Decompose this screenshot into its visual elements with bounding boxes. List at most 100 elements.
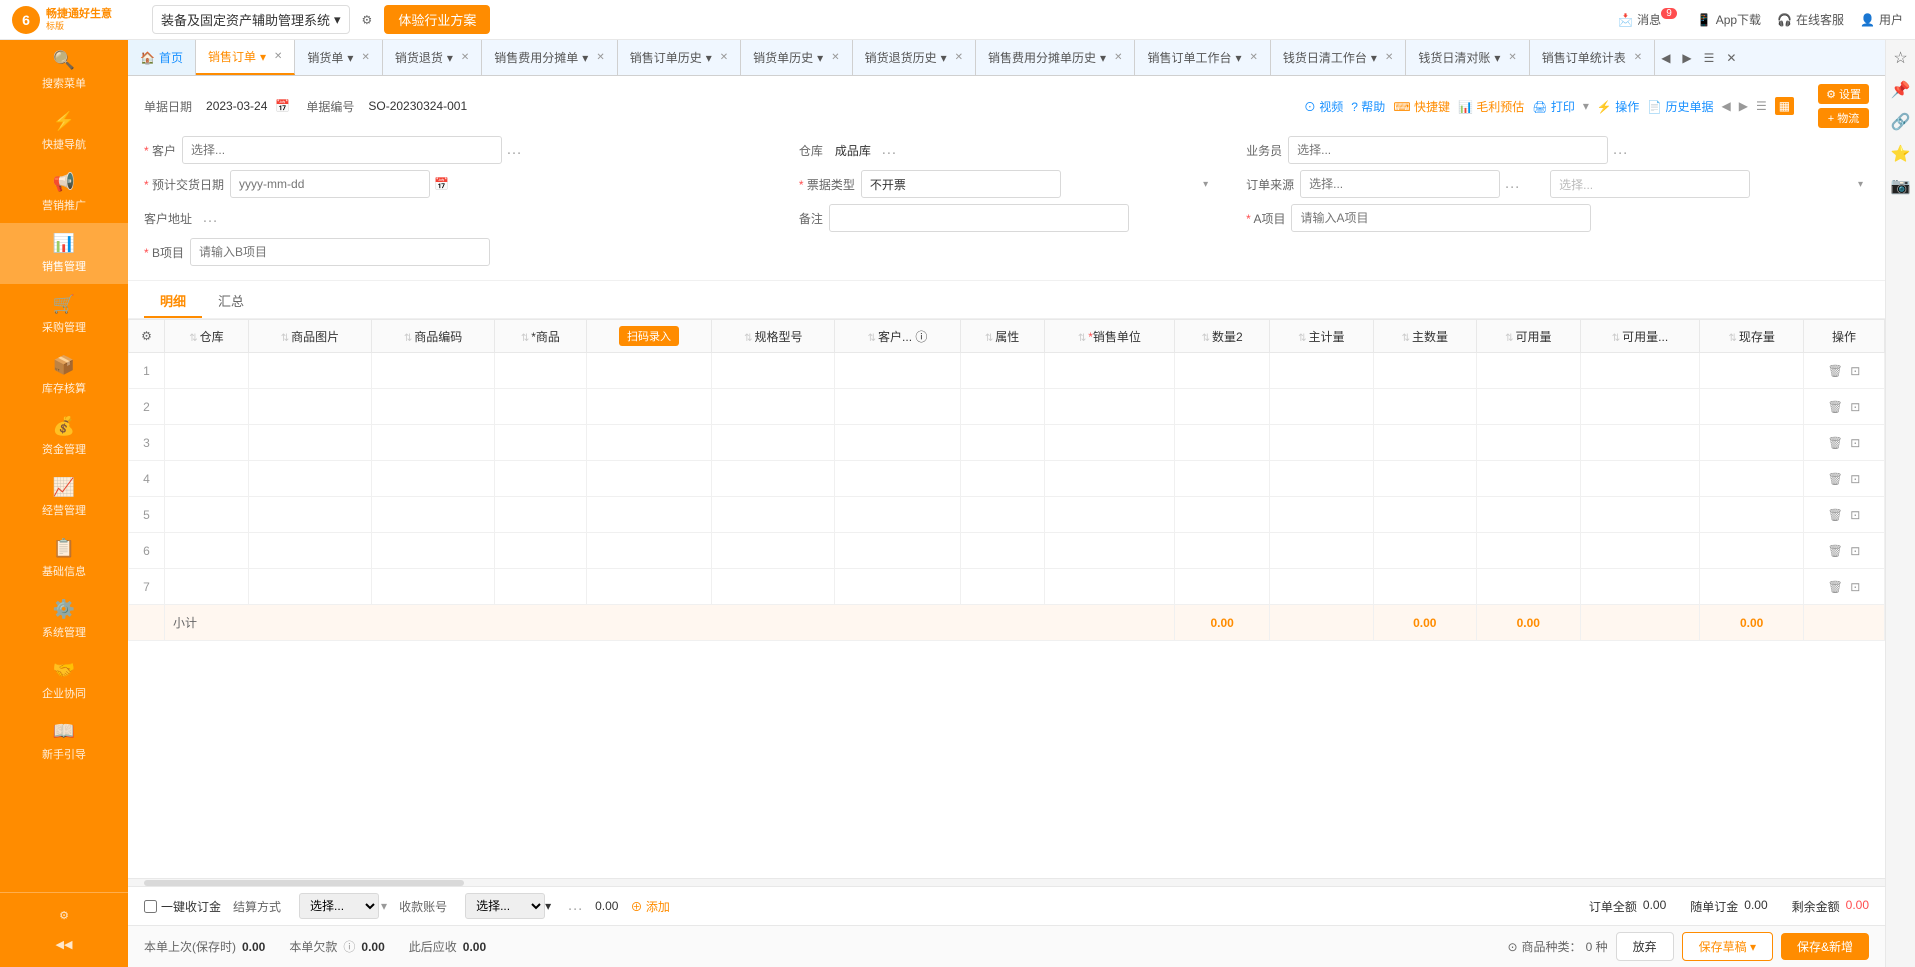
deposit-checkbox-input[interactable] [144,900,157,913]
delete-icon[interactable]: 🗑 [1828,364,1843,378]
sidebar-item-sales[interactable]: 📊 销售管理 [0,223,128,284]
tab-summary[interactable]: 汇总 [202,285,260,318]
copy-icon[interactable]: ⊡ [1850,364,1860,378]
row-product-code[interactable] [372,497,495,533]
row-attribute[interactable] [960,497,1044,533]
remark-input[interactable] [829,204,1129,232]
gear-settings-icon[interactable]: ⚙ [362,13,373,27]
row-spec[interactable] [712,461,835,497]
rt-favorite-icon[interactable]: ⭐ [1891,144,1911,164]
row-product-image[interactable] [248,389,371,425]
tab-menu-button[interactable]: ☰ [1698,51,1721,65]
row-attribute[interactable] [960,353,1044,389]
copy-icon[interactable]: ⊡ [1850,400,1860,414]
rt-camera-icon[interactable]: 📷 [1891,176,1911,196]
row-available2[interactable] [1580,425,1700,461]
tab-close-all-button[interactable]: ✕ [1720,51,1742,65]
sidebar-item-guide[interactable]: 📖 新手引导 [0,711,128,772]
col-settings-icon[interactable]: ⚙ [141,329,152,343]
row-warehouse[interactable] [165,389,249,425]
operations-link[interactable]: ⚡ 操作 [1597,98,1639,115]
row-main-unit[interactable] [1270,569,1374,605]
delete-icon[interactable]: 🗑 [1828,508,1843,522]
warehouse-more-icon[interactable]: … [877,141,897,159]
row-product-image[interactable] [248,533,371,569]
row-stock[interactable] [1700,425,1804,461]
row-qty2[interactable] [1175,461,1270,497]
settings-button[interactable]: ⚙ 设置 [1818,84,1869,104]
tab-detail[interactable]: 明细 [144,285,202,318]
tab-close-icon[interactable]: ✕ [461,52,469,63]
row-product[interactable] [495,569,587,605]
sidebar-item-operations[interactable]: 📈 经营管理 [0,467,128,528]
row-product-image[interactable] [248,497,371,533]
invoice-type-select[interactable]: 不开票 [861,170,1061,198]
row-attribute[interactable] [960,569,1044,605]
row-product-code[interactable] [372,569,495,605]
row-sales-unit[interactable] [1044,389,1175,425]
row-spec[interactable] [712,425,835,461]
row-product-code[interactable] [372,425,495,461]
row-spec[interactable] [712,353,835,389]
nav-next-icon[interactable]: ▶ [1739,99,1748,113]
tab-sales-fee-split[interactable]: 销售费用分摊单 ▾ ✕ [482,40,617,75]
rt-pin-icon[interactable]: 📌 [1891,80,1911,100]
copy-icon[interactable]: ⊡ [1850,580,1860,594]
row-available2[interactable] [1580,533,1700,569]
tab-close-icon[interactable]: ✕ [720,52,728,63]
tab-close-icon[interactable]: ✕ [274,51,282,62]
tab-sales-stats[interactable]: 销售订单统计表 ✕ [1530,40,1655,75]
row-warehouse[interactable] [165,497,249,533]
row-customer-ref[interactable] [835,461,960,497]
row-available[interactable] [1477,425,1581,461]
list-view-icon[interactable]: ☰ [1756,99,1767,113]
row-spec[interactable] [712,497,835,533]
row-available[interactable] [1477,569,1581,605]
row-customer-ref[interactable] [835,389,960,425]
row-attribute[interactable] [960,389,1044,425]
tab-sales-refund[interactable]: 销货退货 ▾ ✕ [383,40,482,75]
sidebar-item-inventory[interactable]: 📦 库存核算 [0,345,128,406]
row-customer-ref[interactable] [835,533,960,569]
row-qty2[interactable] [1175,353,1270,389]
tab-home[interactable]: 🏠 首页 [128,40,196,75]
tab-sales-order-history[interactable]: 销售订单历史 ▾ ✕ [618,40,741,75]
sidebar-collapse-button[interactable]: ◀◀ [0,930,128,959]
row-main-unit[interactable] [1270,533,1374,569]
row-available[interactable] [1477,533,1581,569]
row-spec[interactable] [712,533,835,569]
save-draft-button[interactable]: 保存草稿 ▾ [1682,932,1773,961]
tab-close-icon[interactable]: ✕ [361,52,369,63]
tab-close-icon[interactable]: ✕ [1508,52,1516,63]
row-stock[interactable] [1700,461,1804,497]
delete-icon[interactable]: 🗑 [1828,580,1843,594]
tab-sales-return-history[interactable]: 销货单历史 ▾ ✕ [741,40,852,75]
notification-button[interactable]: 📩 消息 9 [1618,11,1681,28]
row-available2[interactable] [1580,497,1700,533]
row-main-unit[interactable] [1270,497,1374,533]
rt-star-icon[interactable]: ☆ [1893,48,1907,68]
order-source-input[interactable] [1300,170,1500,198]
row-attribute[interactable] [960,461,1044,497]
row-product[interactable] [495,461,587,497]
sidebar-item-system[interactable]: ⚙️ 系统管理 [0,589,128,650]
row-product[interactable] [495,533,587,569]
tab-close-icon[interactable]: ✕ [596,52,604,63]
add-payment-button[interactable]: ⊕ 添加 [630,898,669,915]
bank-more-icon[interactable]: … [563,897,583,915]
copy-icon[interactable]: ⊡ [1850,472,1860,486]
address-more-icon[interactable]: … [198,209,218,227]
shortcut-link[interactable]: ⌨ 快捷键 [1393,98,1450,115]
row-main-qty[interactable] [1373,533,1477,569]
project-b-input[interactable] [190,238,490,266]
tab-sales-refund-history[interactable]: 销货退货历史 ▾ ✕ [853,40,976,75]
nav-prev-icon[interactable]: ◀ [1722,99,1731,113]
row-stock[interactable] [1700,533,1804,569]
order-source-more-icon[interactable]: … [1500,175,1520,193]
salesperson-more-icon[interactable]: … [1608,141,1628,159]
row-sales-unit[interactable] [1044,425,1175,461]
print-arrow-icon[interactable]: ▾ [1583,99,1589,113]
help-link[interactable]: ? 帮助 [1351,98,1385,115]
row-customer-ref[interactable] [835,353,960,389]
tab-sales-return[interactable]: 销货单 ▾ ✕ [295,40,382,75]
